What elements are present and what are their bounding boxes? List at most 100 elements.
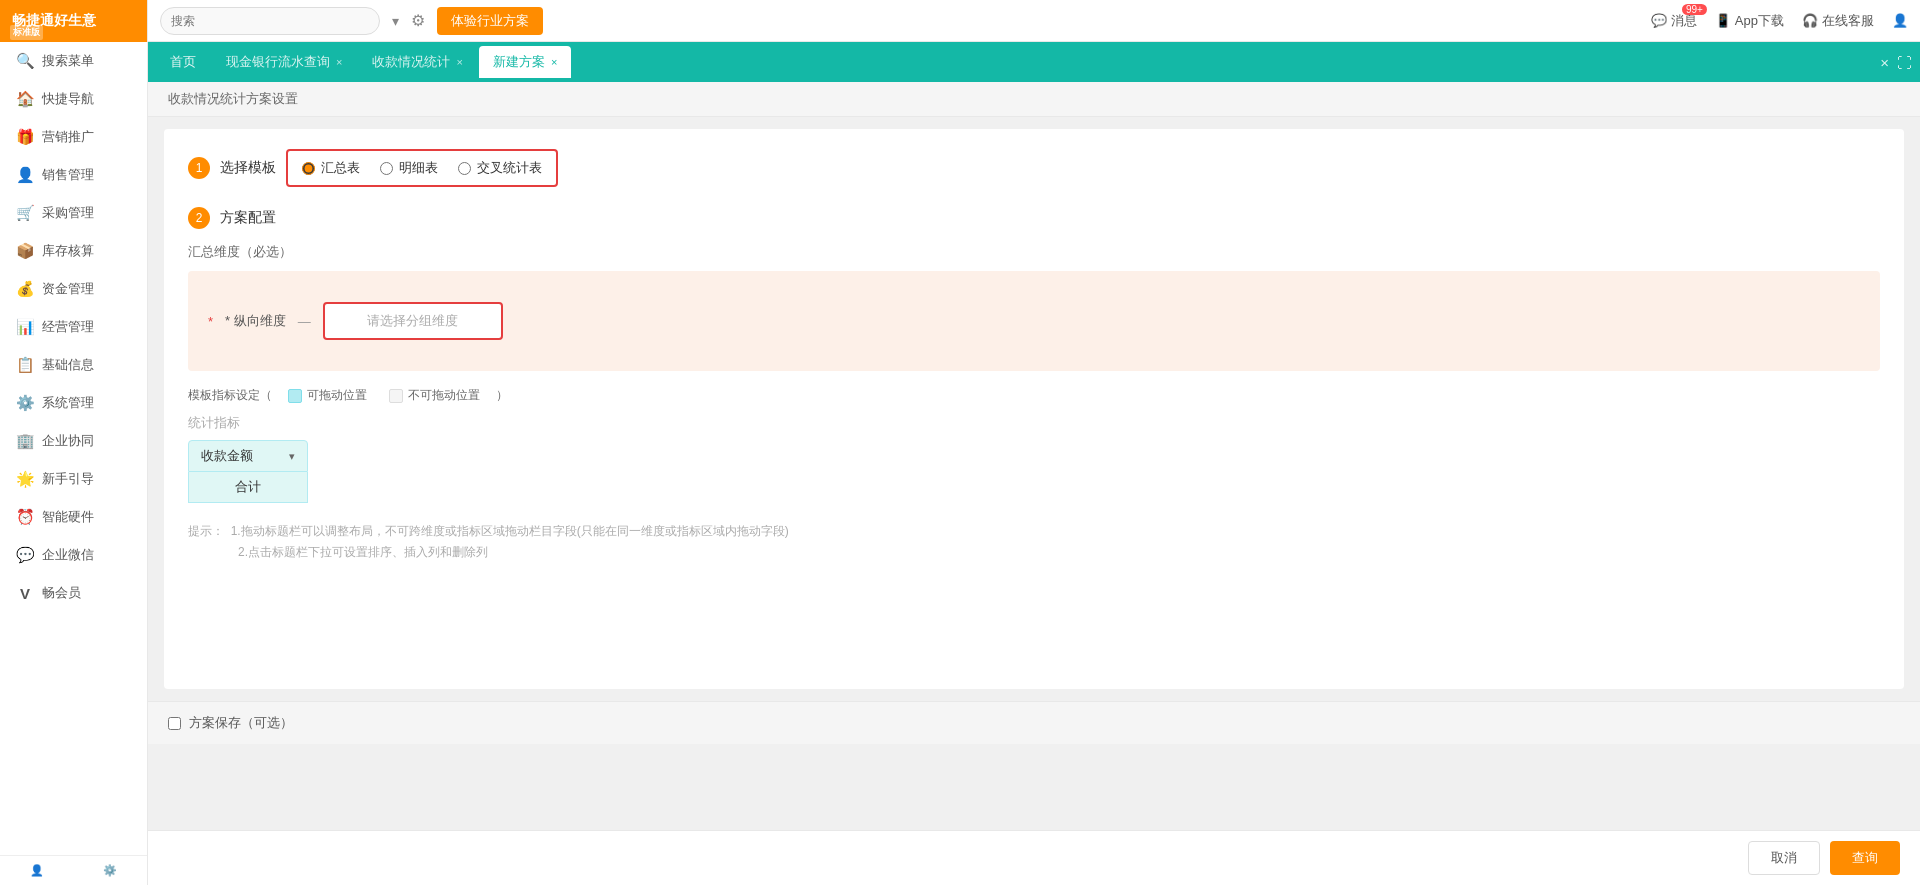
collection-stats-close-icon[interactable]: × (456, 56, 462, 68)
indicators-legend: 模板指标设定（ 可拖动位置 不可拖动位置 ） (188, 387, 1880, 404)
draggable-legend-box (288, 389, 302, 403)
sidebar-item-label: 资金管理 (42, 280, 94, 298)
money-icon: 💰 (16, 280, 34, 298)
sidebar-item-label: 营销推广 (42, 128, 94, 146)
new-plan-close-icon[interactable]: × (551, 56, 557, 68)
main-area: ▾ ⚙ 体验行业方案 💬 消息 99+ 📱 App下载 🎧 在线客服 👤 (148, 0, 1920, 885)
app-download-label: App下载 (1735, 12, 1784, 30)
sidebar-bottom: 👤 ⚙️ (0, 855, 147, 885)
sidebar-item-purchase[interactable]: 🛒 采购管理 (0, 194, 147, 232)
indicators-section: 模板指标设定（ 可拖动位置 不可拖动位置 ） 统计指标 收款金额 ▾ 合计 (188, 387, 1880, 503)
sidebar-item-label: 系统管理 (42, 394, 94, 412)
cancel-button[interactable]: 取消 (1748, 841, 1820, 875)
radio-summary[interactable]: 汇总表 (302, 159, 360, 177)
sidebar-item-sales[interactable]: 👤 销售管理 (0, 156, 147, 194)
sidebar-item-label: 畅会员 (42, 584, 81, 602)
clipboard-icon: 📋 (16, 356, 34, 374)
page-title-bar: 收款情况统计方案设置 (148, 82, 1920, 117)
radio-summary-input[interactable] (302, 162, 315, 175)
phone-icon: 📱 (1715, 13, 1731, 28)
dimension-row-label: * 纵向维度 (225, 312, 286, 330)
tab-home[interactable]: 首页 (156, 46, 210, 78)
sidebar-bottom-user[interactable]: 👤 (30, 864, 44, 877)
cash-bank-close-icon[interactable]: × (336, 56, 342, 68)
step1-section: 1 选择模板 汇总表 明细表 交叉统计表 (188, 149, 1880, 187)
tab-new-plan[interactable]: 新建方案 × (479, 46, 571, 78)
building-icon: 🏢 (16, 432, 34, 450)
clock-icon: ⏰ (16, 508, 34, 526)
box-icon: 📦 (16, 242, 34, 260)
tip-prefix: 提示： 1.拖动标题栏可以调整布局，不可跨维度或指标区域拖动栏目字段(只能在同一… (188, 524, 789, 538)
indicators-label: 统计指标 (188, 414, 1880, 432)
sidebar-bottom-settings[interactable]: ⚙️ (103, 864, 117, 877)
tip-item-1: 提示： 1.拖动标题栏可以调整布局，不可跨维度或指标区域拖动栏目字段(只能在同一… (188, 523, 1880, 540)
fixed-legend-label: 不可拖动位置 (408, 387, 480, 404)
sidebar: 畅捷通好生意 标准版 🔍 搜索菜单 🏠 快捷导航 🎁 营销推广 👤 销售管理 🛒… (0, 0, 148, 885)
radio-cross-label[interactable]: 交叉统计表 (477, 159, 542, 177)
radio-detail-input[interactable] (380, 162, 393, 175)
topbar: ▾ ⚙ 体验行业方案 💬 消息 99+ 📱 App下载 🎧 在线客服 👤 (148, 0, 1920, 42)
sidebar-item-quick-nav[interactable]: 🏠 快捷导航 (0, 80, 147, 118)
home-icon: 🏠 (16, 90, 34, 108)
footer-bar: 取消 查询 (148, 830, 1920, 885)
step2-circle: 2 (188, 207, 210, 229)
sidebar-item-label: 快捷导航 (42, 90, 94, 108)
sidebar-item-search-menu[interactable]: 🔍 搜索菜单 (0, 42, 147, 80)
tabs-bar: 首页 现金银行流水查询 × 收款情况统计 × 新建方案 × × ⛶ (148, 42, 1920, 82)
query-button[interactable]: 查询 (1830, 841, 1900, 875)
tab-cash-bank[interactable]: 现金银行流水查询 × (212, 46, 356, 78)
tip-item-2: 2.点击标题栏下拉可设置排序、插入列和删除列 (188, 544, 1880, 561)
radio-detail[interactable]: 明细表 (380, 159, 438, 177)
sidebar-item-system[interactable]: ⚙️ 系统管理 (0, 384, 147, 422)
trial-button[interactable]: 体验行业方案 (437, 7, 543, 35)
sidebar-item-label: 智能硬件 (42, 508, 94, 526)
sidebar-item-marketing[interactable]: 🎁 营销推广 (0, 118, 147, 156)
save-label[interactable]: 方案保存（可选） (189, 714, 293, 732)
window-maximize-icon[interactable]: ⛶ (1897, 54, 1912, 71)
sidebar-logo: 畅捷通好生意 标准版 (0, 0, 147, 42)
sidebar-item-label: 基础信息 (42, 356, 94, 374)
chevron-down-icon[interactable]: ▾ (289, 450, 295, 463)
sidebar-item-label: 采购管理 (42, 204, 94, 222)
online-support-label: 在线客服 (1822, 12, 1874, 30)
dimension-section-title: 汇总维度（必选） (188, 243, 1880, 261)
radio-cross-input[interactable] (458, 162, 471, 175)
sidebar-item-inventory[interactable]: 📦 库存核算 (0, 232, 147, 270)
sidebar-item-basic-info[interactable]: 📋 基础信息 (0, 346, 147, 384)
radio-detail-label[interactable]: 明细表 (399, 159, 438, 177)
sidebar-item-label: 销售管理 (42, 166, 94, 184)
save-checkbox[interactable] (168, 717, 181, 730)
dimension-config-section: 汇总维度（必选） * * 纵向维度 — 请选择分组维度 (188, 243, 1880, 371)
new-plan-tab-label: 新建方案 (493, 53, 545, 71)
user-name-item[interactable]: 👤 (1892, 13, 1908, 28)
legend-fixed: 不可拖动位置 (389, 387, 480, 404)
messages-badge-item[interactable]: 💬 消息 99+ (1651, 12, 1697, 30)
dropdown-arrow-icon[interactable]: ▾ (392, 13, 399, 29)
sidebar-item-newbie[interactable]: 🌟 新手引导 (0, 460, 147, 498)
messages-count-badge: 99+ (1682, 4, 1707, 15)
sidebar-item-label: 企业协同 (42, 432, 94, 450)
radio-summary-label[interactable]: 汇总表 (321, 159, 360, 177)
step2-label: 方案配置 (220, 209, 276, 227)
indicators-setting-label: 模板指标设定（ (188, 387, 272, 404)
cash-bank-tab-label: 现金银行流水查询 (226, 53, 330, 71)
sidebar-item-wechat[interactable]: 💬 企业微信 (0, 536, 147, 574)
window-close-icon[interactable]: × (1880, 54, 1889, 71)
app-download-item[interactable]: 📱 App下载 (1715, 12, 1784, 30)
sidebar-item-operations[interactable]: 📊 经营管理 (0, 308, 147, 346)
online-support-item[interactable]: 🎧 在线客服 (1802, 12, 1874, 30)
indicator-header[interactable]: 收款金额 ▾ (188, 440, 308, 472)
collection-stats-tab-label: 收款情况统计 (372, 53, 450, 71)
radio-cross[interactable]: 交叉统计表 (458, 159, 542, 177)
sidebar-item-smart-hw[interactable]: ⏰ 智能硬件 (0, 498, 147, 536)
dimension-select-button[interactable]: 请选择分组维度 (323, 302, 503, 340)
settings-gear-icon[interactable]: ⚙ (411, 11, 425, 30)
sidebar-item-enterprise[interactable]: 🏢 企业协同 (0, 422, 147, 460)
edition-tag: 标准版 (10, 25, 43, 40)
search-input[interactable] (160, 7, 380, 35)
indicators-table: 收款金额 ▾ 合计 (188, 440, 308, 503)
sidebar-item-finance[interactable]: 💰 资金管理 (0, 270, 147, 308)
gift-icon: 🎁 (16, 128, 34, 146)
sidebar-item-membership[interactable]: V 畅会员 (0, 574, 147, 612)
tab-collection-stats[interactable]: 收款情况统计 × (358, 46, 476, 78)
